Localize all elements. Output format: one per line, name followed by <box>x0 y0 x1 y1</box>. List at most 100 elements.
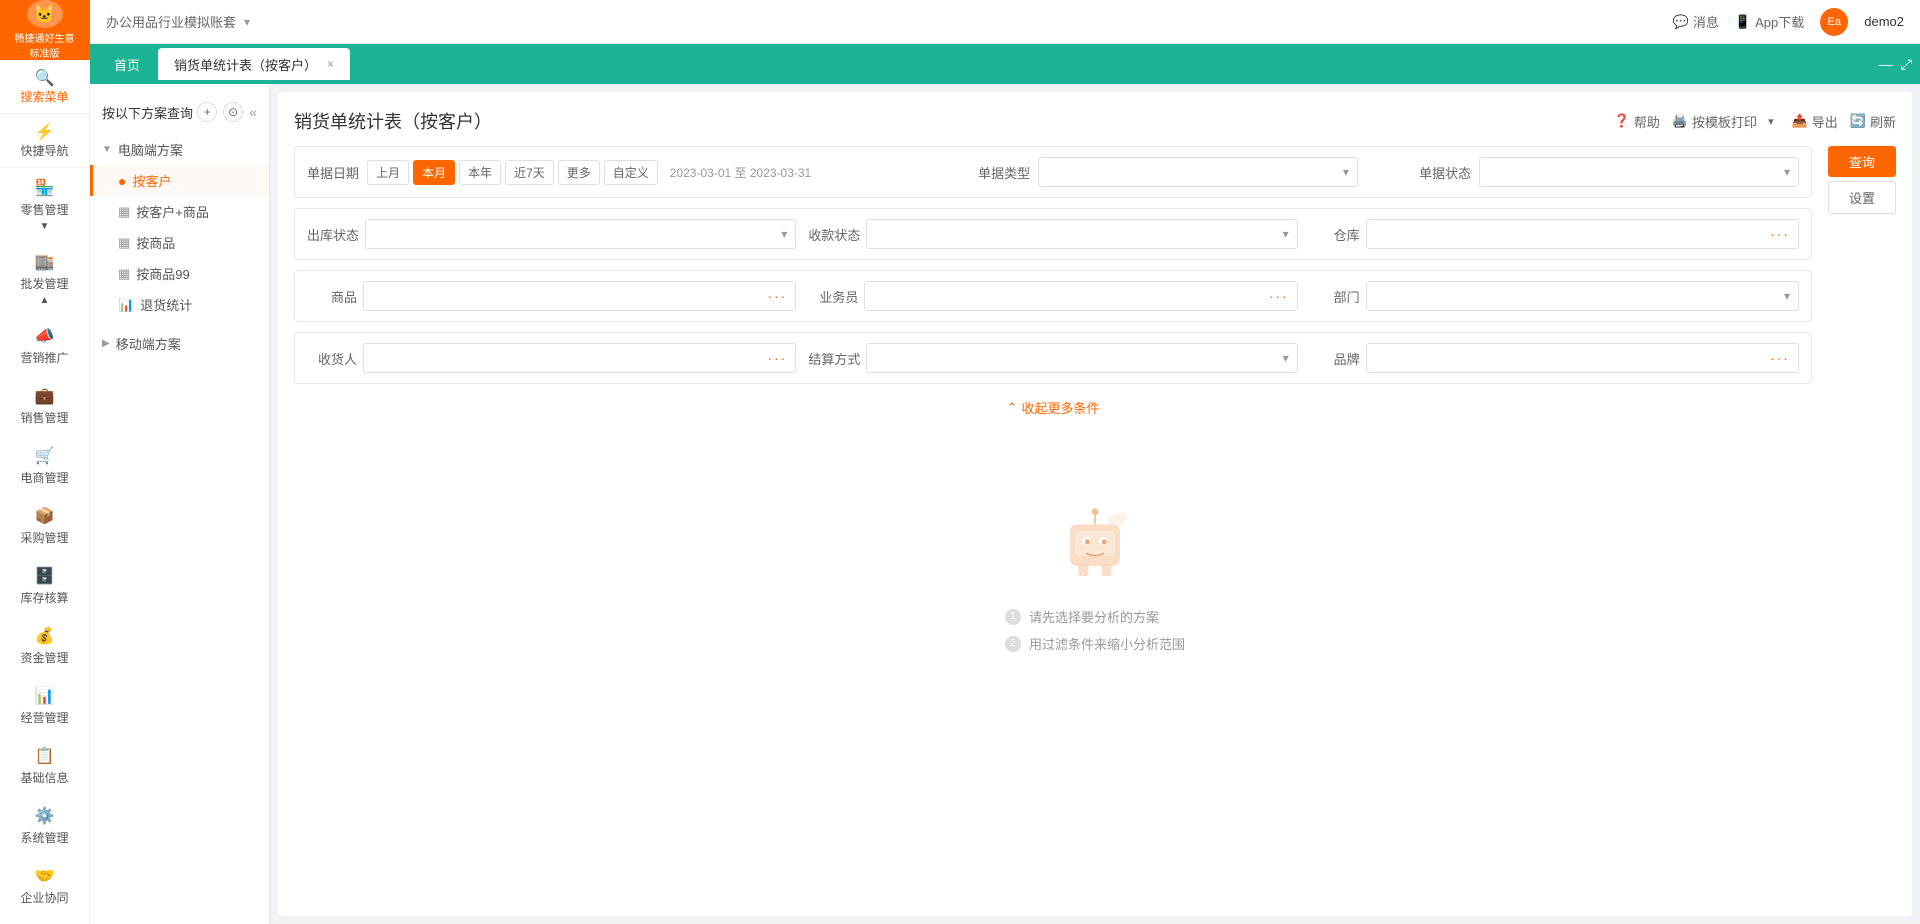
sidebar-item-basic[interactable]: 📋 基础信息 <box>0 736 89 796</box>
tree-parent-label: 电脑端方案 <box>118 140 183 159</box>
payment-method-select[interactable]: ▾ <box>866 343 1297 373</box>
doc-type-arrow-icon: ▾ <box>1343 165 1349 179</box>
message-button[interactable]: 💬 消息 <box>1673 12 1719 31</box>
tree-child-goods[interactable]: ▦ 按商品 <box>90 227 269 258</box>
refresh-icon: 🔄 <box>1850 113 1866 129</box>
query-button[interactable]: 查询 <box>1828 146 1896 177</box>
print-label: 按模板打印 <box>1692 112 1757 131</box>
add-scheme-button[interactable]: + <box>197 102 217 122</box>
collapse-more-button[interactable]: ⌃ 收起更多条件 <box>294 392 1812 423</box>
tree-child-label: 按商品 <box>136 233 175 252</box>
brand-label: 品牌 <box>1310 349 1360 368</box>
settings-button[interactable]: 设置 <box>1828 181 1896 214</box>
sidebar-item-ecommerce[interactable]: 🛒 电商管理 <box>0 436 89 496</box>
filter-row-1: 单据日期 上月 本月 本年 近7天 更多 自定义 2023-03-01 至 20… <box>294 146 1812 198</box>
warehouse-select[interactable]: ··· <box>1366 219 1799 249</box>
collapse-panel-button[interactable]: « <box>249 104 257 120</box>
tree-child-goods99[interactable]: ▦ 按商品99 <box>90 258 269 289</box>
sidebar-item-wholesale[interactable]: 🏬 批发管理 ▲ <box>0 242 89 316</box>
tip-2-num: 2 <box>1005 636 1021 652</box>
brand-select[interactable]: ··· <box>1366 343 1799 373</box>
sidebar: 🐱 畅捷通好生意 标准版 🔍 搜索菜单 ⚡ 快捷导航 🏪 零售管理 ▼ 🏬 批发… <box>0 0 90 924</box>
date-filter-label: 单据日期 <box>307 163 359 182</box>
inventory-icon: 🗄️ <box>35 566 55 586</box>
doc-status-select[interactable]: ▾ <box>1479 157 1799 187</box>
tab-bar: 首页 销货单统计表（按客户） × — ⤢ <box>90 44 1920 84</box>
avatar-text: Ea <box>1828 16 1841 28</box>
collapse-up-icon: ⌃ <box>1007 400 1018 416</box>
add-icon: + <box>204 105 211 119</box>
out-status-select[interactable]: ▾ <box>365 219 796 249</box>
tree-child-label: 按商品99 <box>136 264 189 283</box>
tab-expand-icon[interactable]: ⤢ <box>1901 56 1912 73</box>
tree-child-returns[interactable]: 📊 退货统计 <box>90 289 269 320</box>
filter-section-wrapper: 单据日期 上月 本月 本年 近7天 更多 自定义 2023-03-01 至 20… <box>294 146 1896 423</box>
tab-sales-stats[interactable]: 销货单统计表（按客户） × <box>158 48 350 80</box>
main-wrap: 办公用品行业模拟账套 ▾ 💬 消息 📱 App下载 Ea demo2 首页 销货… <box>90 0 1920 924</box>
date-btn-this-month[interactable]: 本月 <box>413 160 455 185</box>
date-btn-last-month[interactable]: 上月 <box>367 160 409 185</box>
retail-icon: 🏪 <box>35 178 55 198</box>
sidebar-item-inventory[interactable]: 🗄️ 库存核算 <box>0 556 89 616</box>
tree-parent-mobile[interactable]: ▶ 移动端方案 <box>90 328 269 359</box>
sidebar-item-marketing[interactable]: 📣 营销推广 <box>0 316 89 376</box>
sidebar-item-newbie[interactable]: 🆕 新手引导 <box>0 916 89 924</box>
help-button[interactable]: ❓ 帮助 <box>1614 112 1660 131</box>
payment-method-arrow-icon: ▾ <box>1283 351 1289 365</box>
date-btn-more[interactable]: 更多 <box>558 160 600 185</box>
user-name: demo2 <box>1864 14 1904 29</box>
recipient-select[interactable]: ··· <box>363 343 796 373</box>
settings-scheme-button[interactable]: ⊙ <box>223 102 243 122</box>
app-download-icon: 📱 <box>1735 14 1751 30</box>
empty-tips: 1 请先选择要分析的方案 2 用过滤条件来缩小分析范围 <box>1005 607 1185 653</box>
logo: 🐱 畅捷通好生意 标准版 <box>0 0 90 60</box>
department-select[interactable]: ▾ <box>1366 281 1799 311</box>
print-dropdown-arrow[interactable]: ▾ <box>1761 115 1780 128</box>
filter-row-4: 收货人 ··· 结算方式 ▾ <box>294 332 1812 384</box>
sidebar-item-retail[interactable]: 🏪 零售管理 ▼ <box>0 168 89 242</box>
sidebar-item-system[interactable]: ⚙️ 系统管理 <box>0 796 89 856</box>
date-btn-last-7-days[interactable]: 近7天 <box>505 160 554 185</box>
finance-icon: 💰 <box>35 626 55 646</box>
help-label: 帮助 <box>1634 112 1660 131</box>
child-icon-1: ▦ <box>118 204 130 220</box>
sidebar-item-finance[interactable]: 💰 资金管理 <box>0 616 89 676</box>
payment-status-arrow-icon: ▾ <box>1283 227 1289 241</box>
sidebar-item-sales[interactable]: 💼 销售管理 <box>0 376 89 436</box>
refresh-button[interactable]: 🔄 刷新 <box>1850 112 1896 131</box>
department-label: 部门 <box>1310 287 1360 306</box>
tab-close-icon[interactable]: × <box>327 57 334 71</box>
logo-text: 畅捷通好生意 <box>15 30 75 45</box>
tab-minimize-icon[interactable]: — <box>1879 56 1893 73</box>
right-content: 销货单统计表（按客户） ❓ 帮助 🖨️ 按模板打印 ▾ 📤 导出 <box>278 92 1912 916</box>
tree-section-mobile: ▶ 移动端方案 <box>90 324 269 363</box>
payment-status-select[interactable]: ▾ <box>866 219 1297 249</box>
avatar: Ea <box>1820 8 1848 36</box>
print-button[interactable]: 🖨️ 按模板打印 ▾ <box>1672 112 1780 131</box>
home-tab-label: 首页 <box>114 55 140 74</box>
app-download-button[interactable]: 📱 App下载 <box>1735 12 1804 31</box>
sidebar-item-enterprise[interactable]: 🤝 企业协同 <box>0 856 89 916</box>
tree-child-customer-goods[interactable]: ▦ 按客户+商品 <box>90 196 269 227</box>
sidebar-item-purchase[interactable]: 📦 采购管理 <box>0 496 89 556</box>
page-actions: ❓ 帮助 🖨️ 按模板打印 ▾ 📤 导出 🔄 刷新 <box>1614 112 1896 131</box>
empty-state: 1 请先选择要分析的方案 2 用过滤条件来缩小分析范围 <box>294 431 1896 713</box>
tab-home[interactable]: 首页 <box>98 48 156 80</box>
tree-parent-desktop[interactable]: ▼ 电脑端方案 <box>90 134 269 165</box>
sidebar-item-operations[interactable]: 📊 经营管理 <box>0 676 89 736</box>
tree-child-label: 按客户+商品 <box>136 202 209 221</box>
goods-select[interactable]: ··· <box>363 281 796 311</box>
left-panel: 按以下方案查询 + ⊙ « ▼ 电脑端方案 <box>90 84 270 924</box>
goods-dots: ··· <box>767 288 787 304</box>
export-button[interactable]: 📤 导出 <box>1792 112 1838 131</box>
collapse-icon: « <box>249 104 257 120</box>
date-btn-this-year[interactable]: 本年 <box>459 160 501 185</box>
sidebar-item-quicknav[interactable]: ⚡ 快捷导航 <box>0 114 89 168</box>
sidebar-item-search[interactable]: 🔍 搜索菜单 <box>0 60 89 114</box>
doc-type-select[interactable]: ▾ <box>1038 157 1358 187</box>
tree-child-by-customer[interactable]: ● 按客户 <box>90 165 269 196</box>
date-btn-custom[interactable]: 自定义 <box>604 160 658 185</box>
basic-icon: 📋 <box>35 746 55 766</box>
salesperson-select[interactable]: ··· <box>864 281 1297 311</box>
tip-1-text: 请先选择要分析的方案 <box>1029 607 1159 626</box>
